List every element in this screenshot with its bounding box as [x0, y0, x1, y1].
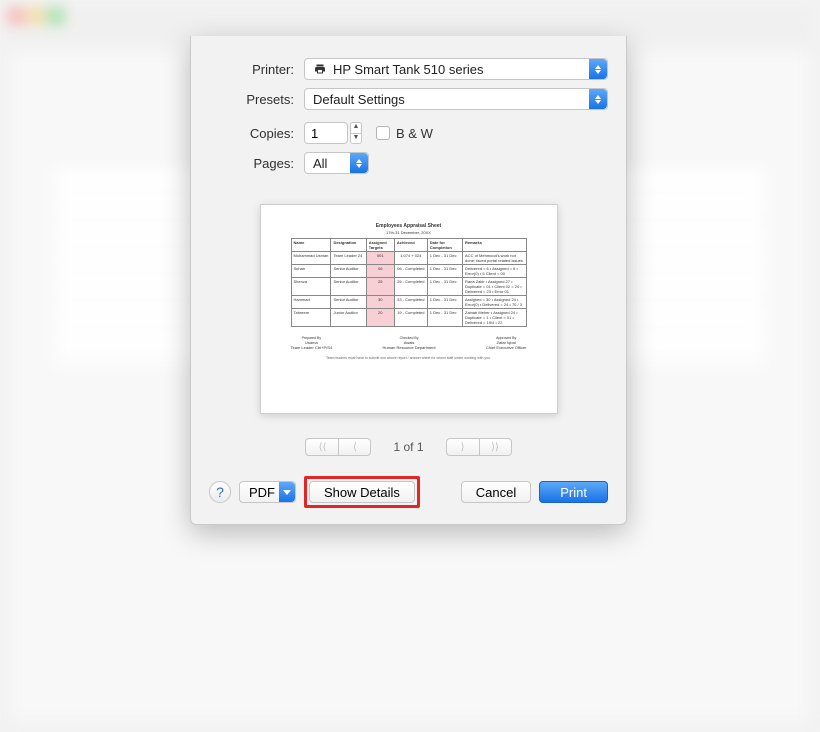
pages-select[interactable]: All	[304, 152, 369, 174]
print-dialog: Printer: HP Smart Tank 510 series Preset…	[190, 36, 627, 525]
copies-label: Copies:	[209, 126, 304, 141]
copies-stepper[interactable]: ▲ ▼	[350, 122, 362, 144]
bw-label: B & W	[396, 126, 433, 141]
bw-checkbox[interactable]	[376, 126, 390, 140]
printer-label: Printer:	[209, 62, 304, 77]
table-row: ShenzaSenior Auditor2525 - Completed1 De…	[291, 278, 526, 296]
chevrons-left-icon: ⟨⟨	[319, 442, 327, 453]
preview-note: Team leaders must have to submit one abo…	[326, 356, 491, 360]
table-row: TahreemJunior Auditor2019 - Completed1 D…	[291, 309, 526, 327]
help-icon: ?	[216, 484, 224, 500]
printer-select[interactable]: HP Smart Tank 510 series	[304, 58, 608, 80]
preview-table: NameDesignationAssigned TargetsAchievedD…	[291, 238, 527, 327]
dropdown-arrows-icon	[589, 89, 607, 109]
pdf-label: PDF	[249, 485, 275, 500]
page-indicator: 1 of 1	[393, 440, 423, 454]
chevron-down-icon	[279, 482, 295, 502]
presets-select[interactable]: Default Settings	[304, 88, 608, 110]
highlight-annotation: Show Details	[304, 476, 420, 508]
prev-page-button[interactable]: ⟨	[338, 438, 371, 456]
table-row: HammadSenior Auditor3033 - Completed1 De…	[291, 296, 526, 309]
print-button[interactable]: Print	[539, 481, 608, 503]
print-preview: Employees Appraisal Sheet 17th-31 Decemb…	[260, 204, 558, 414]
dropdown-arrows-icon	[350, 153, 368, 173]
help-button[interactable]: ?	[209, 481, 231, 503]
preview-navigation: ⟨⟨ ⟨ 1 of 1 ⟩ ⟩⟩	[209, 438, 608, 456]
chevrons-right-icon: ⟩⟩	[491, 442, 499, 453]
presets-label: Presets:	[209, 92, 304, 107]
preview-period: 17th-31 December, 20XX	[386, 230, 431, 235]
table-row: SuhanSenior Auditor0606 - Completed1 Dec…	[291, 265, 526, 278]
show-details-button[interactable]: Show Details	[309, 481, 415, 503]
dropdown-arrows-icon	[589, 59, 607, 79]
cancel-button[interactable]: Cancel	[461, 481, 531, 503]
presets-value: Default Settings	[313, 92, 405, 107]
last-page-button[interactable]: ⟩⟩	[479, 438, 512, 456]
table-row: Muhammad UsmanTeam Leader 240011,074 + 0…	[291, 252, 526, 265]
chevron-right-icon: ⟩	[461, 442, 465, 453]
printer-icon	[313, 62, 327, 76]
stepper-down[interactable]: ▼	[350, 133, 362, 144]
preview-title: Employees Appraisal Sheet	[376, 223, 441, 229]
printer-value: HP Smart Tank 510 series	[333, 62, 484, 77]
pdf-menu[interactable]: PDF	[239, 481, 296, 503]
first-page-button[interactable]: ⟨⟨	[305, 438, 338, 456]
pages-label: Pages:	[209, 156, 304, 171]
pages-value: All	[313, 156, 327, 171]
next-page-button[interactable]: ⟩	[446, 438, 479, 456]
copies-input[interactable]	[304, 122, 348, 144]
chevron-left-icon: ⟨	[353, 442, 357, 453]
preview-signatures: Prepared By Usama Team Leader Ctrl+P/S4 …	[291, 335, 527, 350]
stepper-up[interactable]: ▲	[350, 122, 362, 133]
